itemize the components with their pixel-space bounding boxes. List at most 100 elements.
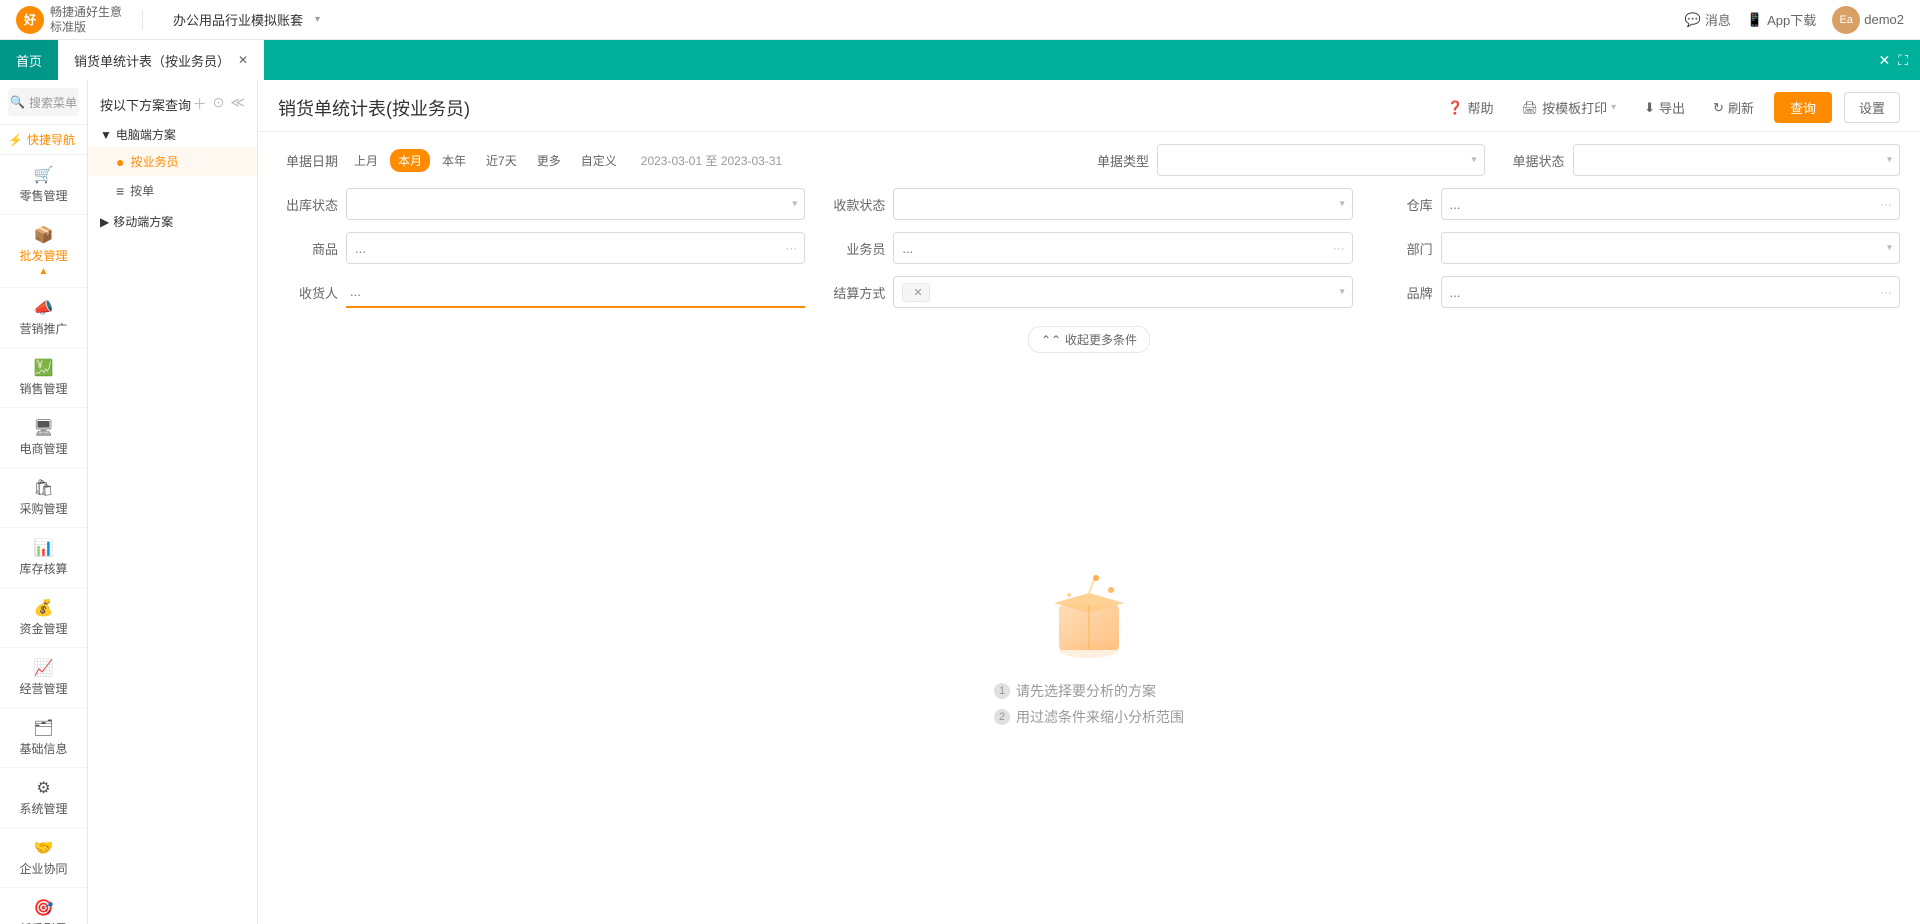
order-item-icon: ≡ [116,183,124,199]
empty-text-list: 1 请先选择要分析的方案 2 用过滤条件来缩小分析范围 [994,681,1184,733]
date-label: 单据日期 [278,151,338,170]
sidebar-item-newbie[interactable]: 🎯 新手引导 [0,888,87,924]
enterprise-icon: 🤝 [34,838,54,858]
date-control: 上月 本月 本年 近7天 更多 自定义 2023-03-01 至 2023-03… [346,149,1069,172]
tag-close-icon[interactable]: ✕ [913,286,922,299]
logo-icon: 好 [16,6,44,34]
sidebar-item-ecommerce[interactable]: 🖥 电商管理 [0,408,87,468]
empty-num-2: 2 [994,709,1010,725]
brand-input[interactable] [1441,276,1900,308]
help-button[interactable]: ❓ 帮助 [1439,94,1501,121]
tab-close-icon[interactable]: ✕ [238,53,248,67]
tab-home[interactable]: 首页 [0,40,58,80]
query-button[interactable]: 查询 [1774,92,1832,123]
submenu-settings-icon[interactable]: ⊙ [213,94,225,114]
empty-illustration [1039,565,1139,665]
purchase-icon: 🛍 [33,478,53,498]
dept-control: ▾ [1441,232,1900,264]
retail-icon: 🛒 [34,165,54,185]
export-button[interactable]: ⬇ 导出 [1636,94,1693,121]
refresh-button[interactable]: ↻ 刷新 [1705,94,1762,121]
submenu-item-by-salesperson[interactable]: ● 按业务员 [88,147,257,176]
warehouse-input[interactable] [1441,188,1900,220]
doc-status-control: ▾ [1573,144,1901,176]
help-label: 帮助 [1468,98,1494,117]
message-action[interactable]: 💬 消息 [1685,10,1731,29]
date-tab-7days[interactable]: 近7天 [478,149,525,172]
tab-maximize-icon[interactable]: ⛶ [1898,52,1908,69]
sidebar-item-retail[interactable]: 🛒 零售管理 [0,155,87,215]
date-tab-this-year[interactable]: 本年 [434,149,474,172]
date-tab-custom[interactable]: 自定义 [573,149,625,172]
doc-status-select[interactable] [1573,144,1901,176]
payment-method-control: ✕ ▾ [893,276,1352,308]
empty-state: 1 请先选择要分析的方案 2 用过滤条件来缩小分析范围 [258,373,1920,924]
tab-sales-stat[interactable]: 销货单统计表（按业务员） ✕ [58,40,264,80]
filter-row-2: 出库状态 ▾ 收款状态 ▾ [278,188,1900,220]
filter-date: 单据日期 上月 本月 本年 近7天 更多 自定义 2023-03-01 至 20… [278,149,1069,172]
tab-home-label: 首页 [16,51,42,70]
collect-status-control: ▾ [893,188,1352,220]
sidebar-item-purchase[interactable]: 🛍 采购管理 [0,468,87,528]
export-icon: ⬇ [1644,100,1655,116]
submenu-item-by-order[interactable]: ≡ 按单 [88,176,257,205]
filter-row-1: 单据日期 上月 本月 本年 近7天 更多 自定义 2023-03-01 至 20… [278,144,1900,176]
app-download-label: App下载 [1767,10,1816,29]
doc-type-select[interactable] [1157,144,1485,176]
tab-close-window-icon[interactable]: ✕ [1878,52,1890,69]
template-print-button[interactable]: 🖨 按模板打印 ▾ [1514,94,1625,121]
submenu-collapse-icon[interactable]: ≪ [230,94,245,114]
collapse-button[interactable]: ⌃⌃ 收起更多条件 [1028,326,1150,353]
filter-row-4: 收货人 结算方式 ✕ ▾ [278,276,1900,308]
collapse-label: 收起更多条件 [1065,331,1137,348]
filter-row-3: 商品 ··· 业务员 ··· 部门 [278,232,1900,264]
date-tab-this-month[interactable]: 本月 [390,149,430,172]
submenu-section-mobile-header[interactable]: ▶ 移动端方案 [88,209,257,234]
goods-label: 商品 [278,239,338,258]
date-range-display: 2023-03-01 至 2023-03-31 [641,152,782,169]
page-header-actions: ❓ 帮助 🖨 按模板打印 ▾ ⬇ 导出 ↻ 刷新 查询 设置 [1439,92,1900,123]
top-header: 好 畅捷通好生意 标准版 办公用品行业模拟账套 ▾ 💬 消息 📱 App下载 E… [0,0,1920,40]
sidebar-item-enterprise[interactable]: 🤝 企业协同 [0,828,87,888]
brand-control: ··· [1441,276,1900,308]
avatar: Ea [1832,6,1860,34]
sidebar-item-sales[interactable]: 💹 销售管理 [0,348,87,408]
user-name: demo2 [1864,12,1904,27]
goods-control: ··· [346,232,805,264]
sidebar-item-finance[interactable]: 💰 资金管理 [0,588,87,648]
out-status-select[interactable] [346,188,805,220]
goods-input[interactable] [346,232,805,264]
sidebar-item-basic[interactable]: 🗂 基础信息 [0,708,87,768]
app-dropdown-icon[interactable]: ▾ [315,14,320,25]
search-menu-button[interactable]: 🔍 搜索菜单 [8,88,79,116]
filter-area: 单据日期 上月 本月 本年 近7天 更多 自定义 2023-03-01 至 20… [258,132,1920,373]
quick-nav-item[interactable]: ⚡ 快捷导航 [0,125,87,155]
sidebar-item-inventory[interactable]: 📊 库存核算 [0,528,87,588]
collapse-up-icon: ⌃⌃ [1041,333,1061,347]
settings-button[interactable]: 设置 [1844,92,1900,123]
newbie-icon: 🎯 [34,898,54,918]
inventory-icon: 📊 [34,538,54,558]
brand-label: 品牌 [1373,283,1433,302]
sidebar-item-marketing[interactable]: 📣 营销推广 [0,288,87,348]
date-tab-more[interactable]: 更多 [529,149,569,172]
submenu-section-desktop-header[interactable]: ▼ 电脑端方案 [88,122,257,147]
submenu-add-icon[interactable]: ＋ [193,94,207,114]
sidebar-item-system[interactable]: ⚙ 系统管理 [0,768,87,828]
template-print-label: 按模板打印 [1542,98,1607,117]
submenu-panel: 按以下方案查询 ＋ ⊙ ≪ ▼ 电脑端方案 ● 按业务员 ≡ 按单 ▶ [88,80,258,924]
date-tab-last-month[interactable]: 上月 [346,149,386,172]
user-info[interactable]: Ea demo2 [1832,6,1904,34]
doc-type-control: ▾ [1157,144,1485,176]
collect-status-select[interactable] [893,188,1352,220]
sidebar-item-operations[interactable]: 📈 经营管理 [0,648,87,708]
salesperson-input[interactable] [893,232,1352,264]
sidebar-search-area: 🔍 搜索菜单 [0,80,87,125]
app-download-action[interactable]: 📱 App下载 [1747,10,1816,29]
print-dropdown-icon: ▾ [1611,102,1616,113]
refresh-label: 刷新 [1728,98,1754,117]
receiver-input[interactable] [346,276,805,308]
filter-doc-type: 单据类型 ▾ [1089,144,1485,176]
dept-select[interactable] [1441,232,1900,264]
sidebar-item-wholesale[interactable]: 📦 批发管理 ▲ [0,215,87,288]
